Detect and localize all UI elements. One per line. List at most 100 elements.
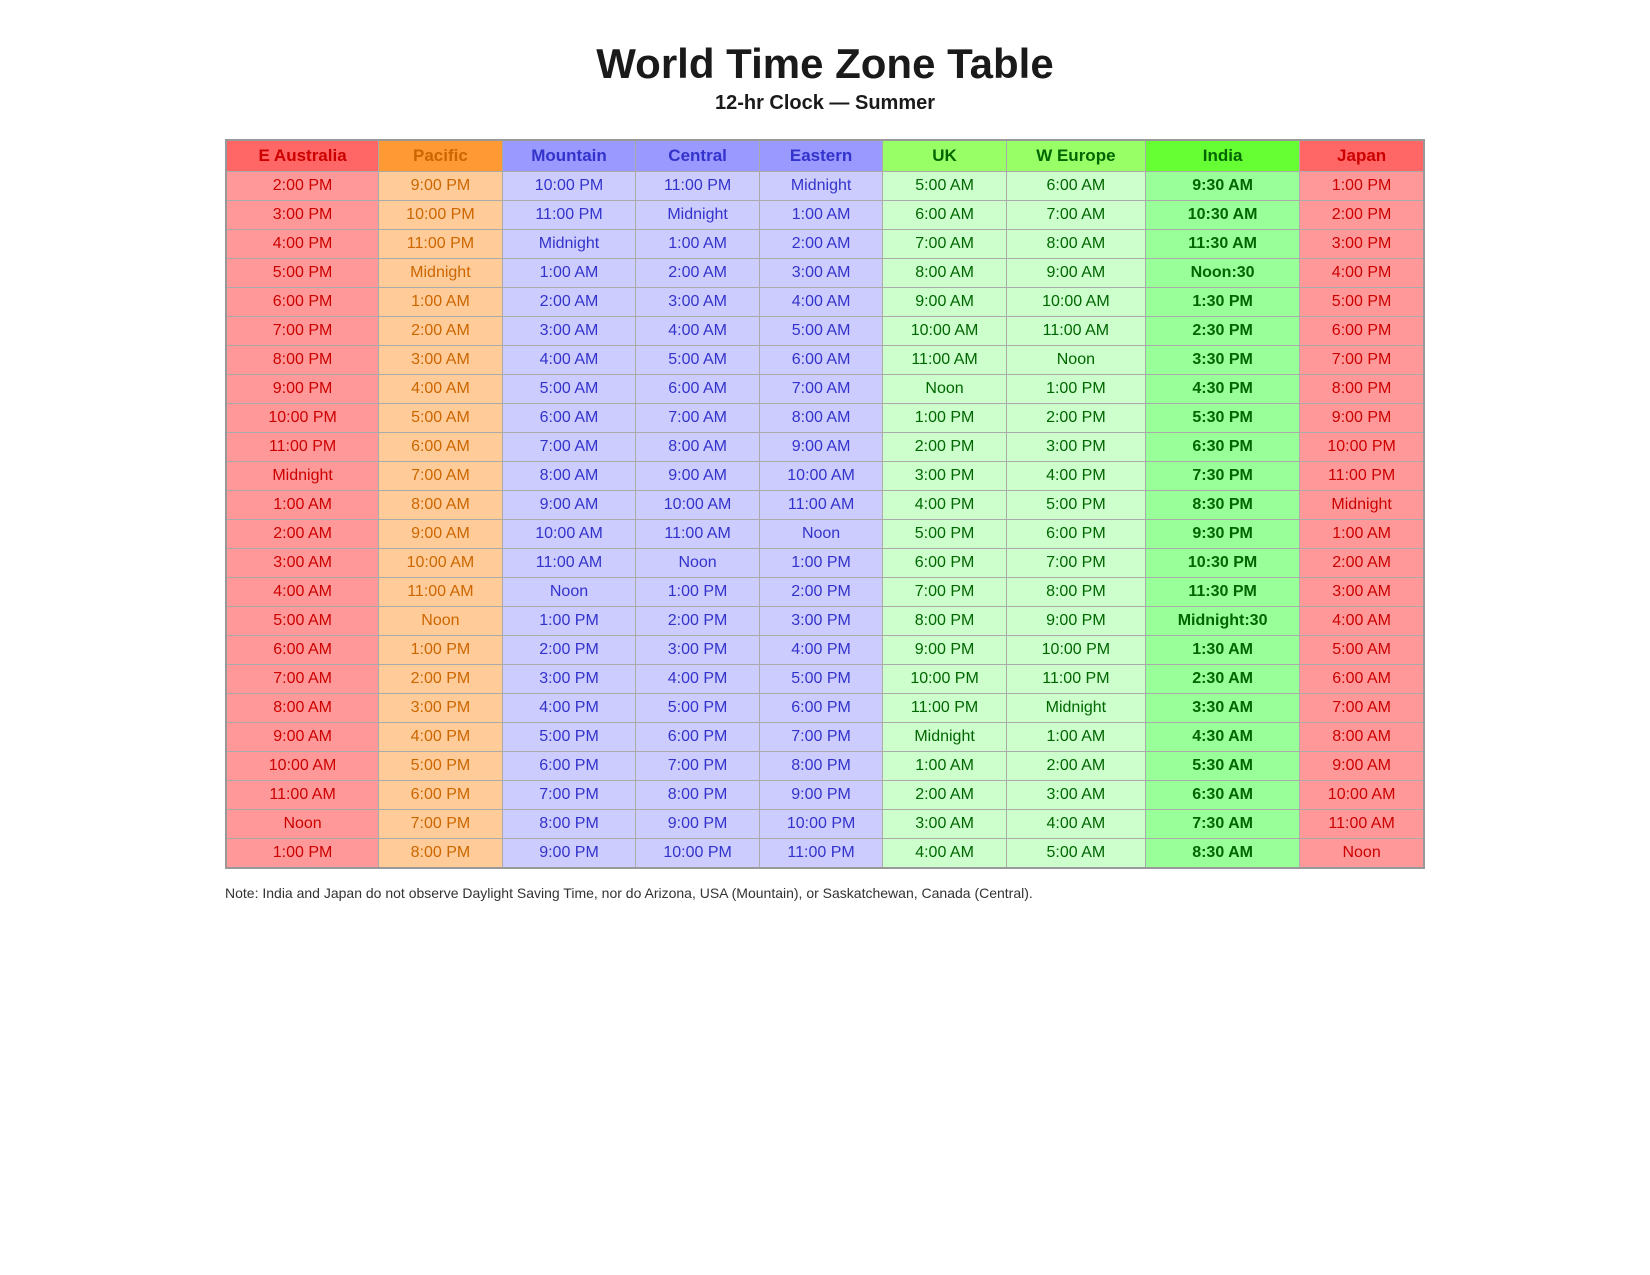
table-cell: 9:00 PM [883,636,1006,665]
table-cell: 11:30 AM [1145,230,1299,259]
table-cell: 8:00 PM [1006,578,1145,607]
table-cell: 10:00 PM [226,404,379,433]
table-cell: 3:00 PM [226,201,379,230]
table-cell: 7:00 PM [379,810,502,839]
table-cell: 1:00 PM [502,607,636,636]
table-cell: 3:00 PM [379,694,502,723]
table-cell: 6:00 AM [379,433,502,462]
table-cell: 2:00 PM [1300,201,1424,230]
table-cell: 2:00 AM [759,230,882,259]
table-cell: 9:00 PM [759,781,882,810]
table-cell: 8:00 PM [226,346,379,375]
table-row: 1:00 PM8:00 PM9:00 PM10:00 PM11:00 PM4:0… [226,839,1424,869]
table-cell: 11:00 PM [636,172,759,201]
table-cell: Midnight:30 [1145,607,1299,636]
table-row: 8:00 AM3:00 PM4:00 PM5:00 PM6:00 PM11:00… [226,694,1424,723]
table-cell: 1:00 PM [759,549,882,578]
table-cell: 3:00 AM [502,317,636,346]
table-cell: 11:30 PM [1145,578,1299,607]
table-cell: 6:00 PM [1300,317,1424,346]
table-cell: 2:00 PM [379,665,502,694]
table-cell: 8:00 AM [883,259,1006,288]
table-cell: 5:00 AM [502,375,636,404]
table-cell: 3:00 AM [759,259,882,288]
table-cell: 8:00 PM [379,839,502,869]
table-cell: 4:00 PM [883,491,1006,520]
table-cell: Noon [226,810,379,839]
table-cell: 7:00 AM [502,433,636,462]
table-cell: 5:00 PM [759,665,882,694]
table-cell: 3:00 AM [1006,781,1145,810]
table-cell: 10:00 PM [502,172,636,201]
table-cell: 6:30 PM [1145,433,1299,462]
table-cell: 9:00 PM [636,810,759,839]
table-cell: 6:00 AM [759,346,882,375]
table-cell: 2:00 PM [502,636,636,665]
table-row: 8:00 PM3:00 AM4:00 AM5:00 AM6:00 AM11:00… [226,346,1424,375]
table-cell: 9:00 PM [1006,607,1145,636]
table-cell: 11:00 PM [883,694,1006,723]
table-row: 7:00 AM2:00 PM3:00 PM4:00 PM5:00 PM10:00… [226,665,1424,694]
col-header-col-japan: Japan [1300,140,1424,172]
table-row: 4:00 PM11:00 PMMidnight1:00 AM2:00 AM7:0… [226,230,1424,259]
table-cell: 2:00 PM [636,607,759,636]
table-row: 6:00 AM1:00 PM2:00 PM3:00 PM4:00 PM9:00 … [226,636,1424,665]
col-header-col-w-europe: W Europe [1006,140,1145,172]
table-cell: 1:00 AM [226,491,379,520]
table-cell: 5:00 PM [1006,491,1145,520]
table-cell: Noon [1300,839,1424,869]
table-cell: 5:00 AM [379,404,502,433]
table-row: Midnight7:00 AM8:00 AM9:00 AM10:00 AM3:0… [226,462,1424,491]
table-cell: 4:00 AM [759,288,882,317]
table-cell: 5:00 PM [1300,288,1424,317]
table-cell: 11:00 AM [636,520,759,549]
table-cell: 4:00 PM [1006,462,1145,491]
table-row: 11:00 PM6:00 AM7:00 AM8:00 AM9:00 AM2:00… [226,433,1424,462]
table-cell: 1:00 PM [883,404,1006,433]
col-header-col-central: Central [636,140,759,172]
table-cell: 6:00 AM [1006,172,1145,201]
table-cell: 10:00 PM [883,665,1006,694]
table-cell: Noon [883,375,1006,404]
table-cell: 7:00 AM [226,665,379,694]
table-cell: 5:00 PM [883,520,1006,549]
table-cell: 2:00 AM [226,520,379,549]
table-row: 3:00 AM10:00 AM11:00 AMNoon1:00 PM6:00 P… [226,549,1424,578]
table-cell: 9:00 PM [379,172,502,201]
table-cell: 3:00 PM [759,607,882,636]
table-cell: 9:00 AM [502,491,636,520]
table-cell: 2:00 AM [1300,549,1424,578]
table-cell: 7:00 PM [1300,346,1424,375]
table-cell: 4:00 AM [636,317,759,346]
table-row: 11:00 AM6:00 PM7:00 PM8:00 PM9:00 PM2:00… [226,781,1424,810]
table-cell: 5:00 PM [502,723,636,752]
table-cell: 5:00 PM [379,752,502,781]
table-cell: 9:00 AM [226,723,379,752]
table-cell: 7:00 AM [883,230,1006,259]
table-cell: 7:00 PM [226,317,379,346]
table-cell: 11:00 AM [759,491,882,520]
table-cell: 9:00 AM [883,288,1006,317]
table-row: 7:00 PM2:00 AM3:00 AM4:00 AM5:00 AM10:00… [226,317,1424,346]
table-cell: 8:00 AM [1006,230,1145,259]
table-cell: 7:00 AM [636,404,759,433]
table-cell: 9:00 PM [502,839,636,869]
table-cell: 11:00 PM [379,230,502,259]
table-row: 4:00 AM11:00 AMNoon1:00 PM2:00 PM7:00 PM… [226,578,1424,607]
table-cell: 1:00 AM [502,259,636,288]
table-cell: 8:30 PM [1145,491,1299,520]
table-cell: 10:00 AM [1006,288,1145,317]
table-cell: 2:00 AM [883,781,1006,810]
table-cell: 6:00 PM [226,288,379,317]
table-cell: 3:00 AM [883,810,1006,839]
table-cell: 10:30 AM [1145,201,1299,230]
table-cell: 4:00 PM [1300,259,1424,288]
table-cell: 1:00 AM [379,288,502,317]
table-cell: 8:00 PM [1300,375,1424,404]
table-cell: 4:00 AM [502,346,636,375]
table-cell: 6:00 PM [379,781,502,810]
table-cell: 4:30 AM [1145,723,1299,752]
table-cell: 11:00 AM [226,781,379,810]
table-cell: 8:00 PM [759,752,882,781]
table-cell: 1:00 PM [1006,375,1145,404]
